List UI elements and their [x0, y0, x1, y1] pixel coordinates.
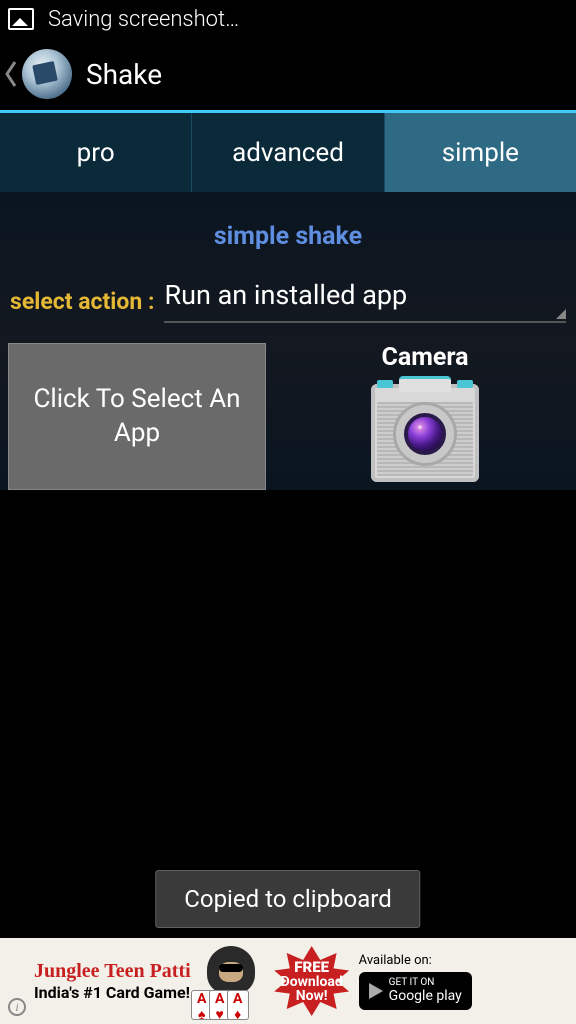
action-spinner[interactable]: Run an installed app: [164, 279, 566, 323]
select-app-button[interactable]: Click To Select An App: [8, 343, 266, 490]
app-icon: [22, 49, 72, 99]
tab-pro[interactable]: pro: [0, 113, 192, 192]
app-title: Shake: [86, 58, 162, 91]
ad-burst-free: FREE: [294, 960, 329, 975]
content-area: simple shake select action : Run an inst…: [0, 192, 576, 490]
tab-bar: pro advanced simple: [0, 110, 576, 192]
status-bar: Saving screenshot…: [0, 0, 576, 38]
ad-title: Junglee Teen Patti: [34, 960, 191, 983]
store-small: GET IT ON: [389, 978, 462, 988]
camera-icon[interactable]: [371, 384, 479, 482]
ad-burst-now: Now!: [296, 989, 328, 1003]
google-play-badge[interactable]: GET IT ON Google play: [359, 972, 472, 1010]
ad-burst: FREE Download Now!: [269, 942, 355, 1020]
store-big: Google play: [389, 988, 462, 1004]
ad-character: A♠ A♥ A♦: [195, 942, 267, 1020]
selected-app-name: Camera: [381, 343, 468, 372]
tab-simple[interactable]: simple: [385, 113, 576, 192]
section-title: simple shake: [8, 222, 568, 251]
action-value: Run an installed app: [164, 279, 407, 311]
ad-available: Available on:: [359, 953, 568, 968]
ad-store: Available on: GET IT ON Google play: [359, 953, 568, 1010]
selection-row: Click To Select An App Camera: [8, 343, 568, 490]
dropdown-icon: [556, 309, 566, 319]
play-icon: [369, 983, 383, 999]
back-icon: [4, 60, 18, 88]
info-icon[interactable]: i: [8, 998, 26, 1016]
tab-advanced[interactable]: advanced: [192, 113, 384, 192]
selected-app: Camera: [282, 343, 568, 490]
action-label: select action :: [10, 288, 164, 315]
image-icon: [8, 8, 34, 30]
ad-banner[interactable]: i Junglee Teen Patti India's #1 Card Gam…: [0, 938, 576, 1024]
ad-subtitle: India's #1 Card Game!: [34, 983, 191, 1002]
ad-burst-download: Download: [281, 975, 343, 989]
action-row: select action : Run an installed app: [8, 279, 568, 323]
status-text: Saving screenshot…: [48, 7, 239, 32]
toast: Copied to clipboard: [155, 870, 420, 928]
ad-text: Junglee Teen Patti India's #1 Card Game!: [34, 960, 191, 1002]
title-bar[interactable]: Shake: [0, 38, 576, 110]
